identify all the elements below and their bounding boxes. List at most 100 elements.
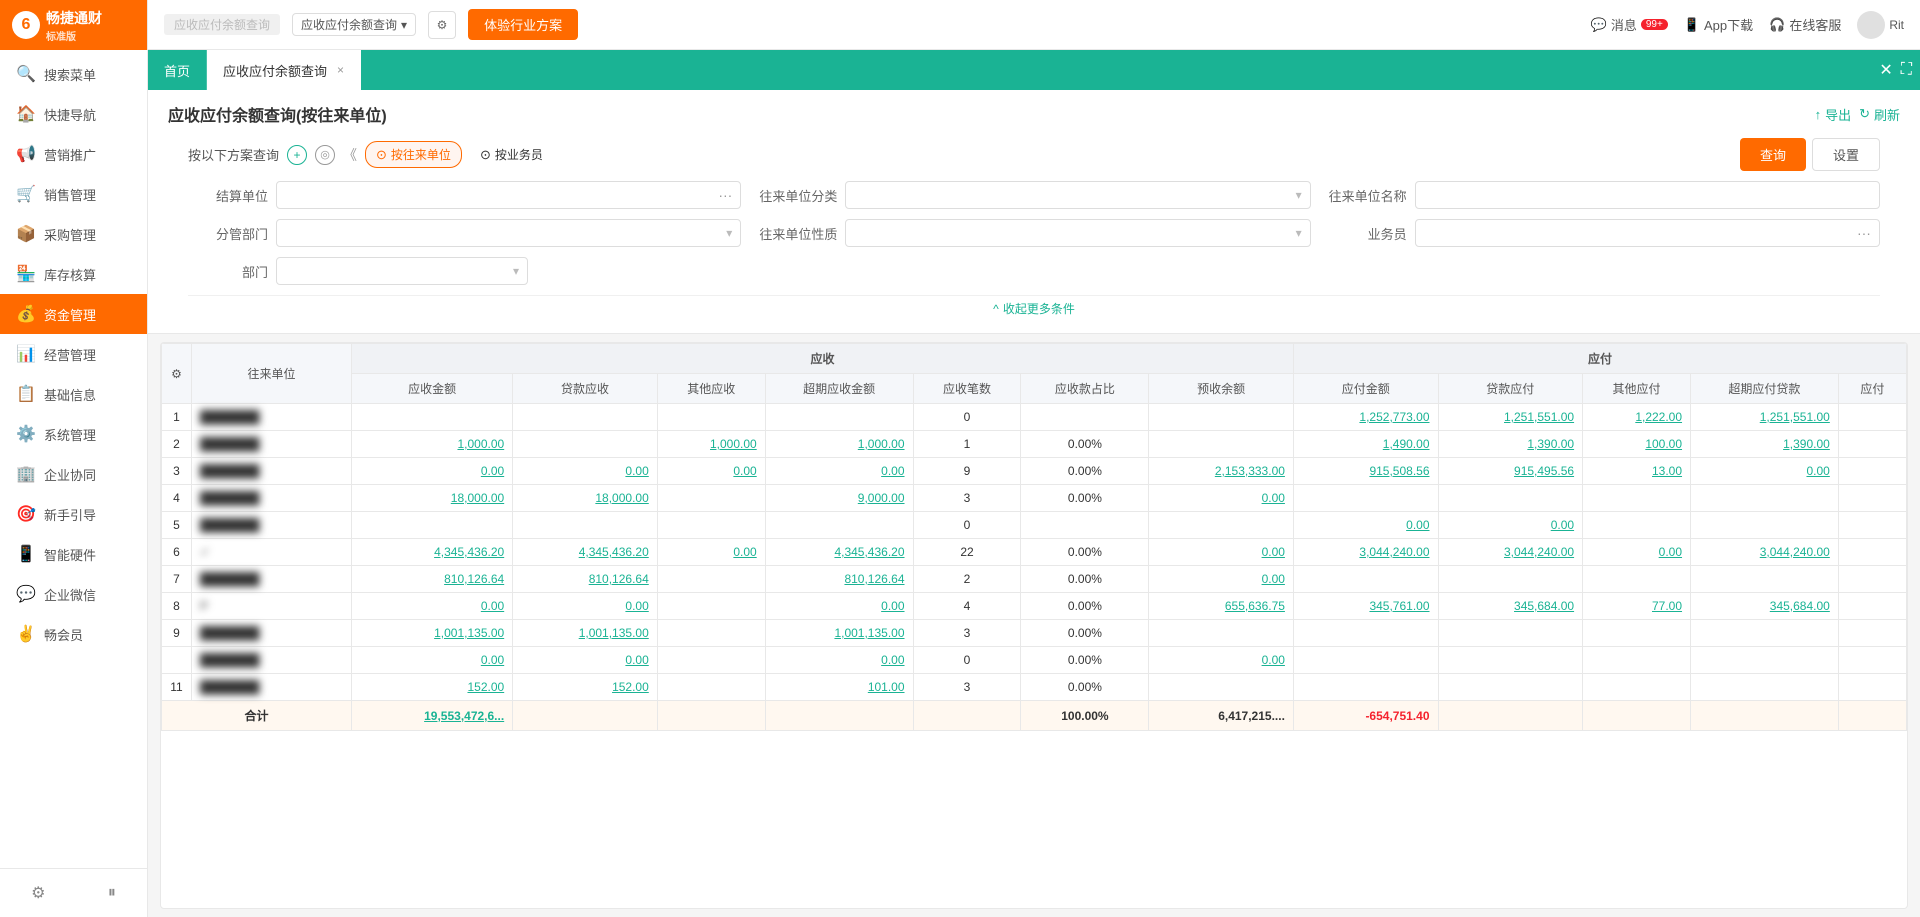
- row-ap-amount[interactable]: 915,508.56: [1293, 458, 1438, 485]
- user-avatar[interactable]: Rit: [1857, 11, 1904, 39]
- tab-ar-ap[interactable]: 应收应付余额查询 ×: [207, 50, 361, 90]
- filter-collapse-icon[interactable]: 《: [343, 145, 357, 165]
- row-ar-overdue[interactable]: 4,345,436.20: [765, 539, 913, 566]
- sidebar-item-marketing[interactable]: 📢 营销推广: [0, 134, 147, 174]
- sidebar-collapse-btn[interactable]: ⏸: [102, 878, 122, 908]
- salesperson-input[interactable]: ···: [1415, 219, 1880, 247]
- scheme-by-staff[interactable]: ⊙ 按业务员: [470, 142, 553, 167]
- sidebar-item-wechat[interactable]: 💬 企业微信: [0, 574, 147, 614]
- settlement-unit-dots[interactable]: ···: [718, 187, 732, 203]
- row-ap-loan[interactable]: 1,390.00: [1438, 431, 1583, 458]
- row-ar-overdue[interactable]: 101.00: [765, 674, 913, 701]
- sidebar-item-search[interactable]: 🔍 搜索菜单: [0, 54, 147, 94]
- sidebar-item-sales[interactable]: 🛒 销售管理: [0, 174, 147, 214]
- row-ap-amount[interactable]: 0.00: [1293, 512, 1438, 539]
- filter-settings-icon[interactable]: ◎: [315, 145, 335, 165]
- row-ar-overdue[interactable]: 0.00: [765, 458, 913, 485]
- sidebar-item-enterprise[interactable]: 🏢 企业协同: [0, 454, 147, 494]
- solution-btn[interactable]: 体验行业方案: [468, 9, 578, 40]
- set-btn[interactable]: 设置: [1812, 138, 1880, 171]
- sidebar-item-guide[interactable]: 🎯 新手引导: [0, 494, 147, 534]
- row-ar-loan[interactable]: 0.00: [513, 458, 658, 485]
- row-ap-overdue[interactable]: 0.00: [1691, 458, 1839, 485]
- row-ap-amount[interactable]: 1,252,773.00: [1293, 404, 1438, 431]
- collapse-more-btn[interactable]: ^ 收起更多条件: [188, 295, 1880, 321]
- footer-ar-amount[interactable]: 19,553,472,6...: [352, 701, 513, 731]
- row-ap-loan[interactable]: 345,684.00: [1438, 593, 1583, 620]
- row-ar-amount[interactable]: 810,126.64: [352, 566, 513, 593]
- row-ar-other[interactable]: 0.00: [657, 458, 765, 485]
- row-ar-loan[interactable]: 18,000.00: [513, 485, 658, 512]
- message-btn[interactable]: 💬 消息 99+: [1591, 15, 1668, 34]
- app-download-btn[interactable]: 📱 App下载: [1684, 15, 1753, 34]
- refresh-btn[interactable]: ↻ 刷新: [1859, 105, 1900, 124]
- row-ar-amount[interactable]: 0.00: [352, 593, 513, 620]
- sidebar-item-hardware[interactable]: 📱 智能硬件: [0, 534, 147, 574]
- topbar-gear-btn[interactable]: ⚙: [428, 11, 456, 39]
- table-settings-icon[interactable]: ⚙: [171, 367, 182, 381]
- row-ar-prepaid[interactable]: 0.00: [1149, 647, 1294, 674]
- sidebar-item-management[interactable]: 📊 经营管理: [0, 334, 147, 374]
- row-ar-loan[interactable]: 1,001,135.00: [513, 620, 658, 647]
- topbar-dropdown[interactable]: 应收应付余额查询 ▾: [292, 13, 416, 36]
- sidebar-item-finance[interactable]: 💰 资金管理: [0, 294, 147, 334]
- tab-close-btn[interactable]: ×: [337, 63, 344, 77]
- row-ar-loan[interactable]: 4,345,436.20: [513, 539, 658, 566]
- row-ar-overdue[interactable]: 810,126.64: [765, 566, 913, 593]
- close-window-btn[interactable]: ✕: [1879, 60, 1892, 80]
- row-ap-loan[interactable]: 1,251,551.00: [1438, 404, 1583, 431]
- row-ar-loan[interactable]: 152.00: [513, 674, 658, 701]
- row-ap-overdue[interactable]: 345,684.00: [1691, 593, 1839, 620]
- row-ap-other[interactable]: 1,222.00: [1583, 404, 1691, 431]
- row-ap-other[interactable]: 77.00: [1583, 593, 1691, 620]
- sidebar-item-member[interactable]: ✌ 畅会员: [0, 614, 147, 654]
- settlement-unit-text[interactable]: [285, 188, 714, 202]
- row-ar-loan[interactable]: 0.00: [513, 593, 658, 620]
- row-ar-amount[interactable]: 152.00: [352, 674, 513, 701]
- row-ar-prepaid[interactable]: 0.00: [1149, 539, 1294, 566]
- row-ap-overdue[interactable]: 1,251,551.00: [1691, 404, 1839, 431]
- row-ar-amount[interactable]: 18,000.00: [352, 485, 513, 512]
- row-ar-other[interactable]: 0.00: [657, 539, 765, 566]
- query-btn[interactable]: 查询: [1740, 138, 1806, 171]
- dept-managed-select[interactable]: ▾: [276, 219, 741, 247]
- row-ap-other[interactable]: 13.00: [1583, 458, 1691, 485]
- row-ar-overdue[interactable]: 9,000.00: [765, 485, 913, 512]
- row-ar-prepaid[interactable]: 655,636.75: [1149, 593, 1294, 620]
- row-ap-amount[interactable]: 345,761.00: [1293, 593, 1438, 620]
- row-ar-loan[interactable]: 0.00: [513, 647, 658, 674]
- row-ar-other[interactable]: 1,000.00: [657, 431, 765, 458]
- sidebar-item-inventory[interactable]: 🏪 库存核算: [0, 254, 147, 294]
- sidebar-settings-btn[interactable]: ⚙: [25, 877, 51, 909]
- row-ap-amount[interactable]: 1,490.00: [1293, 431, 1438, 458]
- row-ap-amount[interactable]: 3,044,240.00: [1293, 539, 1438, 566]
- salesperson-text[interactable]: [1424, 226, 1853, 240]
- sidebar-item-basic[interactable]: 📋 基础信息: [0, 374, 147, 414]
- row-ar-overdue[interactable]: 0.00: [765, 593, 913, 620]
- counterpart-category-select[interactable]: ▾: [845, 181, 1310, 209]
- row-ar-overdue[interactable]: 1,000.00: [765, 431, 913, 458]
- row-ar-overdue[interactable]: 0.00: [765, 647, 913, 674]
- counterpart-nature-select[interactable]: ▾: [845, 219, 1310, 247]
- row-ar-amount[interactable]: 1,000.00: [352, 431, 513, 458]
- settlement-unit-input[interactable]: ···: [276, 181, 741, 209]
- row-ap-overdue[interactable]: 1,390.00: [1691, 431, 1839, 458]
- row-ar-amount[interactable]: 4,345,436.20: [352, 539, 513, 566]
- row-ar-prepaid[interactable]: 0.00: [1149, 566, 1294, 593]
- row-ap-other[interactable]: 0.00: [1583, 539, 1691, 566]
- scheme-by-unit[interactable]: ⊙ 按往来单位: [365, 141, 462, 168]
- row-ap-loan[interactable]: 915,495.56: [1438, 458, 1583, 485]
- row-ar-loan[interactable]: 810,126.64: [513, 566, 658, 593]
- row-ap-other[interactable]: 100.00: [1583, 431, 1691, 458]
- maximize-btn[interactable]: ⛶: [1901, 61, 1912, 79]
- dept-select[interactable]: ▾: [276, 257, 528, 285]
- row-ap-overdue[interactable]: 3,044,240.00: [1691, 539, 1839, 566]
- counterpart-name-input[interactable]: [1415, 181, 1880, 209]
- salesperson-dots[interactable]: ···: [1857, 225, 1871, 241]
- export-btn[interactable]: ↑ 导出: [1815, 105, 1852, 124]
- sidebar-item-system[interactable]: ⚙️ 系统管理: [0, 414, 147, 454]
- tab-home[interactable]: 首页: [148, 50, 207, 90]
- row-ar-amount[interactable]: 1,001,135.00: [352, 620, 513, 647]
- sidebar-item-quick-nav[interactable]: 🏠 快捷导航: [0, 94, 147, 134]
- row-ar-amount[interactable]: 0.00: [352, 458, 513, 485]
